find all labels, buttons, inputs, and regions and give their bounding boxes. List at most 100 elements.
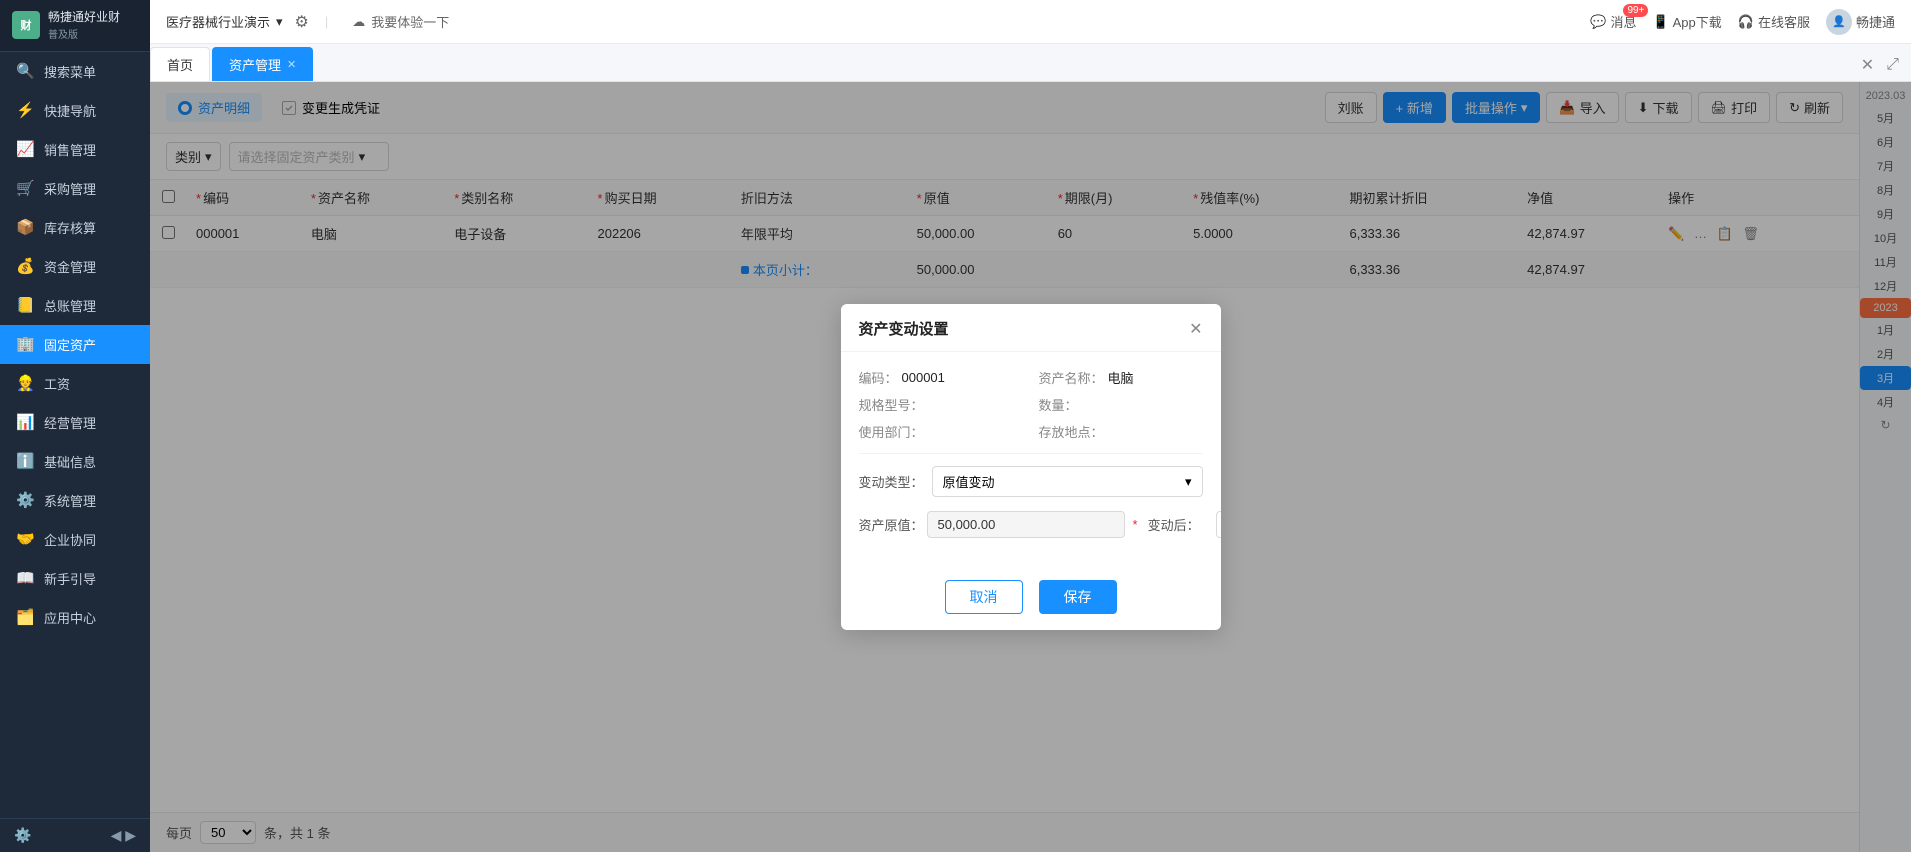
change-type-value: 原值变动 xyxy=(943,472,995,491)
sidebar-header-info: 畅捷通好业财 普及版 xyxy=(48,10,120,41)
sidebar: 财 畅捷通好业财 普及版 🔍 搜索菜单 ⚡ 快捷导航 📈 销售管理 🛒 采购管理 xyxy=(0,0,150,852)
save-button[interactable]: 保存 xyxy=(1039,580,1117,614)
quantity-label: 数量： xyxy=(1039,395,1078,414)
sidebar-item-sales[interactable]: 📈 销售管理 xyxy=(0,130,150,169)
sidebar-item-label: 新手引导 xyxy=(44,569,96,588)
dialog-info-grid: 编码： 000001 资产名称： 电脑 规格型号： 数量： xyxy=(859,368,1203,441)
after-value-input[interactable] xyxy=(1216,511,1221,538)
download-icon: 📱 xyxy=(1652,14,1668,30)
salary-icon: 👷 xyxy=(16,374,34,392)
sales-icon: 📈 xyxy=(16,140,34,158)
sidebar-item-label: 快捷导航 xyxy=(44,101,96,120)
company-selector[interactable]: 医疗器械行业演示 ▾ xyxy=(166,12,283,31)
change-type-select[interactable]: 原值变动 ▾ xyxy=(932,466,1203,497)
info-quantity: 数量： xyxy=(1039,395,1203,414)
sidebar-item-purchase[interactable]: 🛒 采购管理 xyxy=(0,169,150,208)
collapse-icon[interactable]: ◀ ▶ xyxy=(111,827,136,844)
dialog-footer: 取消 保存 xyxy=(841,568,1221,630)
message-icon: 💬 xyxy=(1590,14,1606,30)
online-service-label: 在线客服 xyxy=(1758,12,1810,31)
online-service-btn[interactable]: 🎧 在线客服 xyxy=(1738,12,1810,31)
sidebar-item-ledger[interactable]: 📒 总账管理 xyxy=(0,286,150,325)
info-storage: 存放地点： xyxy=(1039,422,1203,441)
sidebar-item-system[interactable]: ⚙️ 系统管理 xyxy=(0,481,150,520)
tab-close-window-icon[interactable]: ✕ xyxy=(1857,53,1878,77)
experience-label: 我要体验一下 xyxy=(371,12,449,31)
sidebar-item-operations[interactable]: 📊 经营管理 xyxy=(0,403,150,442)
tab-home[interactable]: 首页 xyxy=(150,47,210,81)
main-area: 医疗器械行业演示 ▾ ⚙ | ☁ 我要体验一下 💬 消息 99+ 📱 App下载… xyxy=(150,0,1911,852)
sidebar-scroll: 🔍 搜索菜单 ⚡ 快捷导航 📈 销售管理 🛒 采购管理 📦 库存核算 💰 xyxy=(0,52,150,818)
sidebar-item-label: 固定资产 xyxy=(44,335,96,354)
app-download-btn[interactable]: 📱 App下载 xyxy=(1652,12,1721,31)
tabs-bar: 首页 资产管理 ✕ ✕ ⤢ xyxy=(150,44,1911,82)
sidebar-item-basic-info[interactable]: ℹ️ 基础信息 xyxy=(0,442,150,481)
tab-expand-icon[interactable]: ⤢ xyxy=(1882,54,1903,76)
tab-asset-management[interactable]: 资产管理 ✕ xyxy=(212,47,313,81)
asset-value-field: 资产原值： * 变动后： xyxy=(859,511,1203,538)
app-edition: 普及版 xyxy=(48,26,120,41)
experience-btn[interactable]: ☁ 我要体验一下 xyxy=(352,12,449,31)
dialog-close-icon[interactable]: ✕ xyxy=(1189,319,1202,339)
tab-close-icon[interactable]: ✕ xyxy=(287,58,296,71)
dialog-body: 编码： 000001 资产名称： 电脑 规格型号： 数量： xyxy=(841,352,1221,568)
sidebar-item-search[interactable]: 🔍 搜索菜单 xyxy=(0,52,150,91)
operations-icon: 📊 xyxy=(16,413,34,431)
sidebar-item-label: 工资 xyxy=(44,374,70,393)
dialog-title: 资产变动设置 xyxy=(859,318,949,339)
sidebar-item-quicknav[interactable]: ⚡ 快捷导航 xyxy=(0,91,150,130)
sidebar-item-label: 资金管理 xyxy=(44,257,96,276)
sidebar-header: 财 畅捷通好业财 普及版 xyxy=(0,0,150,52)
sidebar-item-collab[interactable]: 🤝 企业协同 xyxy=(0,520,150,559)
sidebar-item-guide[interactable]: 📖 新手引导 xyxy=(0,559,150,598)
dialog-divider xyxy=(859,453,1203,454)
ledger-icon: 📒 xyxy=(16,296,34,314)
asset-name-label: 资产名称： xyxy=(1039,368,1104,387)
top-bar-right: 💬 消息 99+ 📱 App下载 🎧 在线客服 👤 畅捷通 xyxy=(1590,9,1895,35)
sidebar-item-label: 基础信息 xyxy=(44,452,96,471)
settings-icon[interactable]: ⚙ xyxy=(295,12,309,32)
sidebar-item-fixed-assets[interactable]: 🏢 固定资产 xyxy=(0,325,150,364)
change-type-dropdown-icon: ▾ xyxy=(1185,474,1192,490)
sidebar-bottom: ⚙️ ◀ ▶ xyxy=(0,818,150,852)
storage-label: 存放地点： xyxy=(1039,422,1104,441)
after-label: 变动后： xyxy=(1148,515,1208,534)
top-bar: 医疗器械行业演示 ▾ ⚙ | ☁ 我要体验一下 💬 消息 99+ 📱 App下载… xyxy=(150,0,1911,44)
settings-icon[interactable]: ⚙️ xyxy=(14,827,31,844)
sidebar-item-label: 总账管理 xyxy=(44,296,96,315)
purchase-icon: 🛒 xyxy=(16,179,34,197)
sidebar-item-label: 销售管理 xyxy=(44,140,96,159)
basic-info-icon: ℹ️ xyxy=(16,452,34,470)
code-value: 000001 xyxy=(902,370,945,385)
sidebar-item-label: 企业协同 xyxy=(44,530,96,549)
cancel-button[interactable]: 取消 xyxy=(945,580,1023,614)
sidebar-item-app-center[interactable]: 🗂️ 应用中心 xyxy=(0,598,150,637)
quicknav-icon: ⚡ xyxy=(16,101,34,119)
message-badge: 99+ xyxy=(1623,4,1648,17)
sidebar-item-salary[interactable]: 👷 工资 xyxy=(0,364,150,403)
app-center-icon: 🗂️ xyxy=(16,608,34,626)
sidebar-item-funds[interactable]: 💰 资金管理 xyxy=(0,247,150,286)
sidebar-item-inventory[interactable]: 📦 库存核算 xyxy=(0,208,150,247)
sidebar-item-label: 库存核算 xyxy=(44,218,96,237)
logo-icon: 财 xyxy=(12,11,40,39)
asset-value-input[interactable] xyxy=(927,511,1125,538)
info-department: 使用部门： xyxy=(859,422,1023,441)
sidebar-item-label: 系统管理 xyxy=(44,491,96,510)
dialog-header: 资产变动设置 ✕ xyxy=(841,304,1221,352)
asset-value-label: 资产原值： xyxy=(859,515,919,534)
user-area[interactable]: 👤 畅捷通 xyxy=(1826,9,1895,35)
change-type-label: 变动类型： xyxy=(859,472,924,491)
messages-btn[interactable]: 💬 消息 99+ xyxy=(1590,12,1636,31)
asset-change-dialog: 资产变动设置 ✕ 编码： 000001 资产名称： 电脑 xyxy=(841,304,1221,630)
code-label: 编码： xyxy=(859,368,898,387)
content-area: 资产明细 变更生成凭证 刘账 + 新增 批量操作 ▾ 📥 xyxy=(150,82,1911,852)
search-icon: 🔍 xyxy=(16,62,34,80)
avatar: 👤 xyxy=(1826,9,1852,35)
info-asset-name: 资产名称： 电脑 xyxy=(1039,368,1203,387)
change-type-field: 变动类型： 原值变动 ▾ xyxy=(859,466,1203,497)
tab-home-label: 首页 xyxy=(167,55,193,74)
divider: | xyxy=(325,14,328,29)
funds-icon: 💰 xyxy=(16,257,34,275)
company-dropdown-icon: ▾ xyxy=(276,14,283,30)
